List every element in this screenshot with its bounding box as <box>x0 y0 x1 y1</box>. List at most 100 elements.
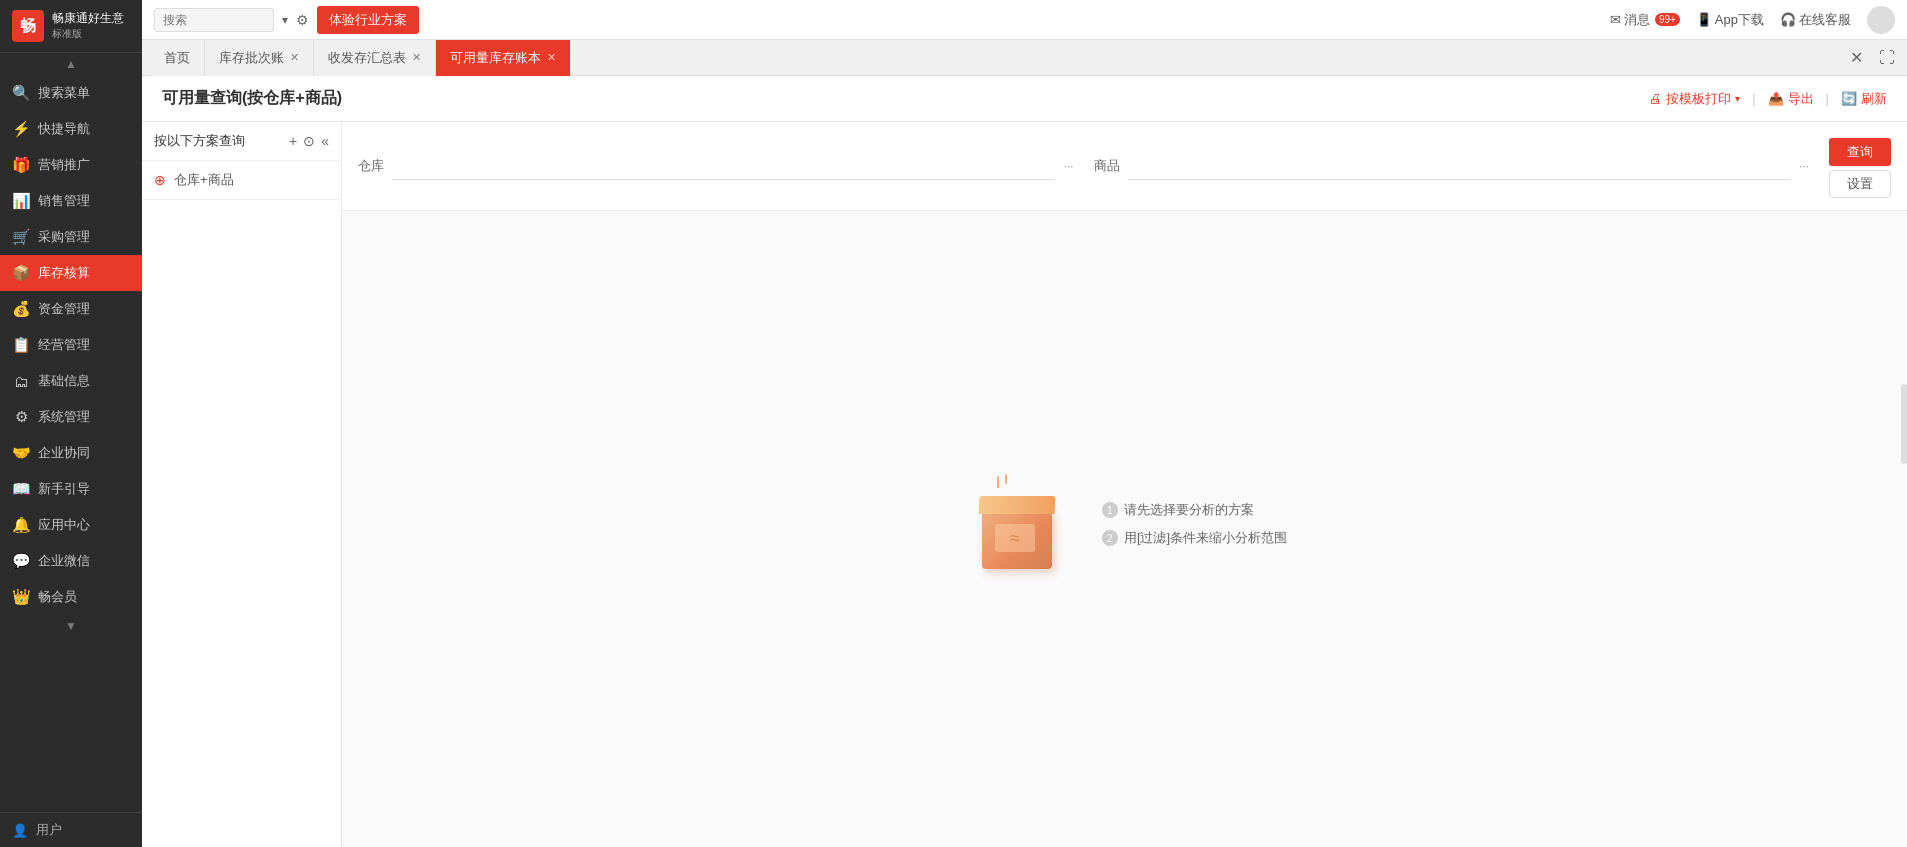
query-area: 仓库 ··· 商品 ··· 查询 设置 <box>342 122 1907 847</box>
content-area: 按以下方案查询 + ⊙ « ⊕ 仓库+商品 仓库 ··· <box>142 122 1907 847</box>
topbar-gear-icon[interactable]: ⚙ <box>296 12 309 28</box>
sidebar-scroll-up[interactable]: ▲ <box>0 53 142 75</box>
print-template-button[interactable]: 🖨 按模板打印 ▾ <box>1649 90 1740 108</box>
page-header: 可用量查询(按仓库+商品) 🖨 按模板打印 ▾ | 📤 导出 | 🔄 刷新 <box>142 76 1907 122</box>
sidebar-item-enterprise-wechat-label: 企业微信 <box>38 552 90 570</box>
topbar: ▾ ⚙ 体验行业方案 ✉ 消息 99+ 📱 App下载 🎧 在线客服 <box>142 0 1907 40</box>
tab-home[interactable]: 首页 <box>150 40 205 76</box>
print-dropdown-icon[interactable]: ▾ <box>1735 93 1740 104</box>
sidebar-item-app-center[interactable]: 🔔 应用中心 <box>0 507 142 543</box>
sidebar-item-enterprise[interactable]: 🤝 企业协同 <box>0 435 142 471</box>
tab-stock-summary[interactable]: 收发存汇总表 ✕ <box>314 40 436 76</box>
message-label: 消息 <box>1624 11 1650 29</box>
hint-num-2: 2 <box>1102 530 1118 546</box>
tab-available-stock-close[interactable]: ✕ <box>547 51 556 64</box>
sidebar-item-search[interactable]: 🔍 搜索菜单 <box>0 75 142 111</box>
sidebar-item-basic-info[interactable]: 🗂 基础信息 <box>0 363 142 399</box>
app-download-button[interactable]: 📱 App下载 <box>1696 11 1764 29</box>
sidebar-item-enterprise-wechat[interactable]: 💬 企业微信 <box>0 543 142 579</box>
sidebar-item-inventory[interactable]: 📦 库存核算 <box>0 255 142 291</box>
refresh-icon: 🔄 <box>1841 91 1857 106</box>
goods-more-btn[interactable]: ··· <box>1799 159 1809 173</box>
sidebar-item-basic-info-label: 基础信息 <box>38 372 90 390</box>
industry-solution-button[interactable]: 体验行业方案 <box>317 6 419 34</box>
warehouse-input[interactable] <box>392 152 1055 180</box>
user-avatar[interactable] <box>1867 6 1895 34</box>
sidebar-item-operations[interactable]: 📋 经营管理 <box>0 327 142 363</box>
app-logo-text: 畅康通好生意 标准版 <box>52 11 124 41</box>
message-icon: ✉ <box>1610 12 1621 27</box>
goods-input[interactable] <box>1128 152 1791 180</box>
sidebar-item-app-center-label: 应用中心 <box>38 516 90 534</box>
tab-stock-summary-close[interactable]: ✕ <box>412 51 421 64</box>
sidebar-user-info[interactable]: 👤 用户 <box>0 812 142 847</box>
marketing-icon: 🎁 <box>12 156 30 174</box>
filter-settings-icon[interactable]: ⊙ <box>303 133 315 149</box>
sidebar-item-system[interactable]: ⚙ 系统管理 <box>0 399 142 435</box>
sidebar-item-finance-label: 资金管理 <box>38 300 90 318</box>
sidebar-item-members[interactable]: 👑 畅会员 <box>0 579 142 615</box>
query-button[interactable]: 查询 <box>1829 138 1891 166</box>
print-icon: 🖨 <box>1649 91 1662 106</box>
online-service-label: 在线客服 <box>1799 11 1851 29</box>
sidebar-scroll-down[interactable]: ▼ <box>0 615 142 637</box>
sidebar-item-enterprise-label: 企业协同 <box>38 444 90 462</box>
app-center-icon: 🔔 <box>12 516 30 534</box>
action-divider-2: | <box>1826 91 1829 106</box>
tab-home-label: 首页 <box>164 49 190 67</box>
empty-state-text: 1 请先选择要分析的方案 2 用[过滤]条件来缩小分析范围 <box>1102 501 1287 557</box>
tabs-bar-right: ✕ ⛶ <box>1846 44 1907 71</box>
sidebar-item-search-label: 搜索菜单 <box>38 84 90 102</box>
tab-batch-account[interactable]: 库存批次账 ✕ <box>205 40 314 76</box>
tab-batch-account-close[interactable]: ✕ <box>290 51 299 64</box>
warehouse-more-btn[interactable]: ··· <box>1063 159 1073 173</box>
sidebar-logo: 畅 畅康通好生意 标准版 <box>0 0 142 53</box>
topbar-search-input[interactable] <box>154 8 274 32</box>
refresh-label: 刷新 <box>1861 90 1887 108</box>
topbar-dropdown-icon[interactable]: ▾ <box>282 13 288 27</box>
message-button[interactable]: ✉ 消息 99+ <box>1610 11 1680 29</box>
filter-item-warehouse-goods[interactable]: ⊕ 仓库+商品 <box>142 161 341 200</box>
hint-num-1: 1 <box>1102 502 1118 518</box>
empty-state: ≈ 1 请先选择要分析的方案 2 用[过滤]条件来缩小分析范围 <box>342 211 1907 847</box>
refresh-button[interactable]: 🔄 刷新 <box>1841 90 1887 108</box>
sidebar-item-marketing[interactable]: 🎁 营销推广 <box>0 147 142 183</box>
query-buttons: 查询 设置 <box>1829 134 1891 198</box>
online-service-button[interactable]: 🎧 在线客服 <box>1780 11 1851 29</box>
sales-icon: 📊 <box>12 192 30 210</box>
sidebar-item-newbie[interactable]: 📖 新手引导 <box>0 471 142 507</box>
sidebar-item-sales-label: 销售管理 <box>38 192 90 210</box>
filter-add-icon[interactable]: + <box>289 133 297 149</box>
tabs-bar: 首页 库存批次账 ✕ 收发存汇总表 ✕ 可用量库存账本 ✕ ✕ ⛶ <box>142 40 1907 76</box>
message-count-badge: 99+ <box>1655 13 1680 26</box>
tab-close-button[interactable]: ✕ <box>1846 44 1867 71</box>
tab-available-stock[interactable]: 可用量库存账本 ✕ <box>436 40 571 76</box>
tab-expand-button[interactable]: ⛶ <box>1875 45 1899 71</box>
sidebar-item-quick-nav[interactable]: ⚡ 快捷导航 <box>0 111 142 147</box>
sidebar: 畅 畅康通好生意 标准版 ▲ 🔍 搜索菜单 ⚡ 快捷导航 🎁 营销推广 📊 销售… <box>0 0 142 847</box>
sidebar-item-finance[interactable]: 💰 资金管理 <box>0 291 142 327</box>
filter-item-warehouse-goods-label: 仓库+商品 <box>174 171 234 189</box>
sidebar-item-inventory-label: 库存核算 <box>38 264 90 282</box>
quick-nav-icon: ⚡ <box>12 120 30 138</box>
filter-collapse-icon[interactable]: « <box>321 133 329 149</box>
enterprise-wechat-icon: 💬 <box>12 552 30 570</box>
sidebar-item-members-label: 畅会员 <box>38 588 77 606</box>
settings-button[interactable]: 设置 <box>1829 170 1891 198</box>
sidebar-item-quick-nav-label: 快捷导航 <box>38 120 90 138</box>
sidebar-item-purchase[interactable]: 🛒 采购管理 <box>0 219 142 255</box>
page-title: 可用量查询(按仓库+商品) <box>162 88 342 109</box>
sidebar-item-sales[interactable]: 📊 销售管理 <box>0 183 142 219</box>
app-download-label: App下载 <box>1715 11 1764 29</box>
purchase-icon: 🛒 <box>12 228 30 246</box>
right-scroll-indicator[interactable] <box>1901 384 1907 464</box>
filter-panel-title: 按以下方案查询 <box>154 132 245 150</box>
export-button[interactable]: 📤 导出 <box>1768 90 1814 108</box>
tab-stock-summary-label: 收发存汇总表 <box>328 49 406 67</box>
page-actions: 🖨 按模板打印 ▾ | 📤 导出 | 🔄 刷新 <box>1649 90 1887 108</box>
app-download-icon: 📱 <box>1696 12 1712 27</box>
newbie-icon: 📖 <box>12 480 30 498</box>
topbar-right: ✉ 消息 99+ 📱 App下载 🎧 在线客服 <box>1610 6 1895 34</box>
warehouse-field: 仓库 ··· <box>358 152 1074 180</box>
sidebar-item-marketing-label: 营销推广 <box>38 156 90 174</box>
